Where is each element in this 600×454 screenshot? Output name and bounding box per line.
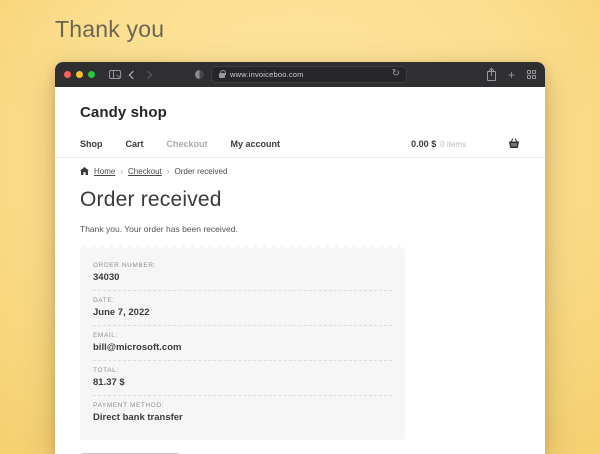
forward-button[interactable] — [144, 70, 152, 78]
order-row-label: DATE: — [93, 297, 392, 304]
order-row-label: EMAIL: — [93, 332, 392, 339]
order-row-total: TOTAL: 81.37 $ — [93, 361, 392, 396]
share-button[interactable] — [487, 71, 496, 81]
lock-icon — [219, 73, 225, 78]
cart-item-count: 0 items — [440, 140, 466, 149]
breadcrumb-checkout[interactable]: Checkout — [128, 167, 162, 176]
breadcrumb-separator: › — [167, 167, 170, 176]
zoom-window-button[interactable] — [88, 71, 95, 78]
home-icon[interactable] — [80, 168, 89, 175]
breadcrumb-current: Order received — [174, 167, 227, 176]
confirmation-message: Thank you. Your order has been received. — [80, 224, 520, 234]
traffic-lights — [64, 71, 95, 78]
browser-chrome: www.invoiceboo.com ↻ + — [55, 62, 545, 87]
order-details-box: ORDER NUMBER: 34030 DATE: June 7, 2022 E… — [80, 244, 405, 440]
close-window-button[interactable] — [64, 71, 71, 78]
new-tab-button[interactable]: + — [508, 70, 515, 80]
cart-total: 0.00 $ — [411, 139, 436, 149]
browser-window: www.invoiceboo.com ↻ + Candy shop Shop C… — [55, 62, 545, 454]
minimize-window-button[interactable] — [76, 71, 83, 78]
page-heading: Order received — [80, 188, 520, 212]
order-row-value: Direct bank transfer — [93, 412, 392, 423]
nav-item-cart[interactable]: Cart — [126, 139, 144, 149]
shop-logo[interactable]: Candy shop — [80, 104, 520, 121]
order-row-label: ORDER NUMBER: — [93, 262, 392, 269]
order-row-value: 81.37 $ — [93, 377, 392, 388]
order-row-value: 34030 — [93, 272, 392, 283]
url-text: www.invoiceboo.com — [230, 70, 304, 79]
order-row-number: ORDER NUMBER: 34030 — [93, 256, 392, 291]
order-row-label: TOTAL: — [93, 367, 392, 374]
basket-icon[interactable] — [508, 138, 520, 149]
nav-item-shop[interactable]: Shop — [80, 139, 103, 149]
page-title: Thank you — [55, 16, 164, 43]
privacy-shield-icon[interactable] — [195, 70, 204, 79]
cart-summary[interactable]: 0.00 $ 0 items — [411, 139, 466, 149]
address-bar[interactable]: www.invoiceboo.com ↻ — [211, 66, 407, 83]
tab-overview-button[interactable] — [527, 70, 536, 79]
order-row-date: DATE: June 7, 2022 — [93, 291, 392, 326]
breadcrumb: Home › Checkout › Order received — [80, 167, 520, 176]
order-row-value: June 7, 2022 — [93, 307, 392, 318]
breadcrumb-home[interactable]: Home — [94, 167, 115, 176]
order-row-payment-method: PAYMENT METHOD: Direct bank transfer — [93, 396, 392, 430]
reload-button[interactable]: ↻ — [392, 68, 400, 79]
back-button[interactable] — [129, 70, 137, 78]
sidebar-toggle-button[interactable] — [109, 70, 121, 79]
order-row-value: bill@microsoft.com — [93, 342, 392, 353]
nav-item-checkout[interactable]: Checkout — [167, 139, 208, 149]
breadcrumb-separator: › — [120, 167, 123, 176]
order-row-label: PAYMENT METHOD: — [93, 402, 392, 409]
order-row-email: EMAIL: bill@microsoft.com — [93, 326, 392, 361]
nav-item-my-account[interactable]: My account — [231, 139, 281, 149]
main-nav: Shop Cart Checkout My account 0.00 $ 0 i… — [80, 138, 520, 149]
header-divider — [55, 157, 545, 158]
